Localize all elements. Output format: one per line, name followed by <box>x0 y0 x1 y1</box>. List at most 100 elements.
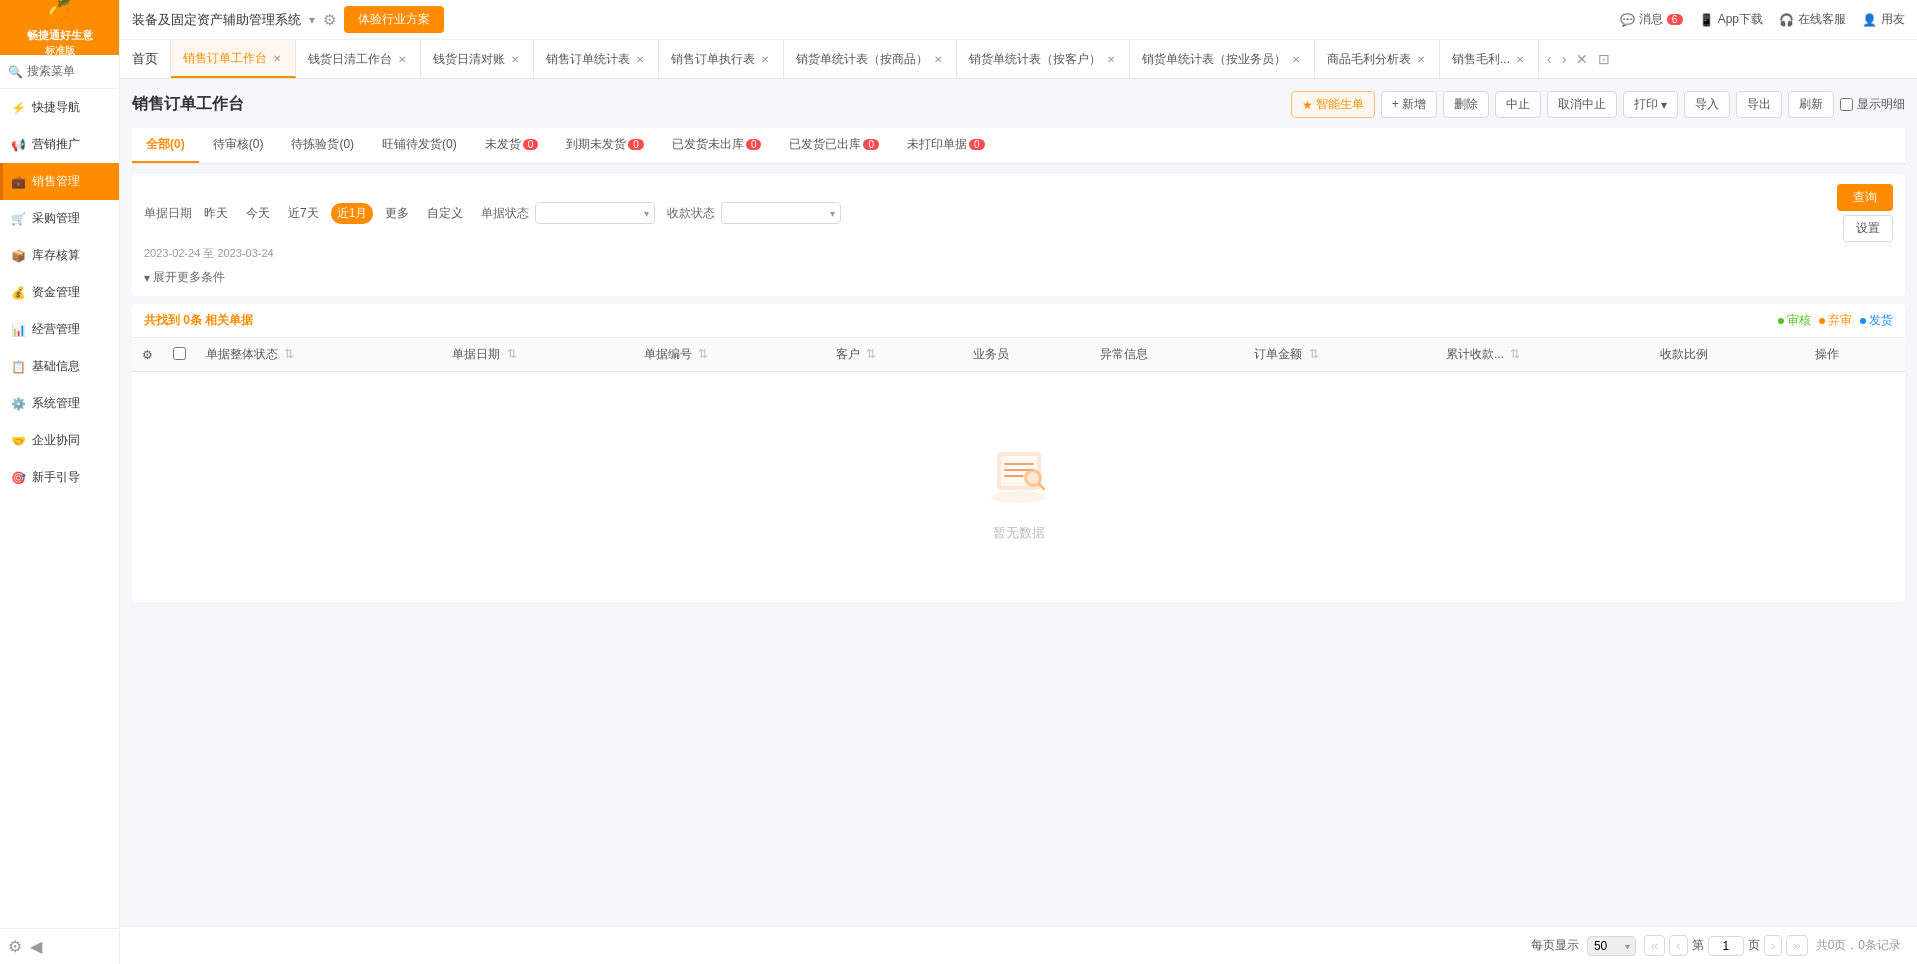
th-customer-sort[interactable]: ⇅ <box>866 347 876 361</box>
action-review-btn[interactable]: 审核 <box>1778 312 1811 329</box>
sidebar-item-guide[interactable]: 🎯 新手引导 <box>0 459 119 496</box>
collapse-sidebar-icon[interactable]: ◀ <box>30 937 42 956</box>
select-all-checkbox[interactable] <box>173 347 186 360</box>
th-amount-sort[interactable]: ⇅ <box>1309 347 1319 361</box>
tab-home[interactable]: 首页 <box>120 40 171 78</box>
th-check[interactable] <box>163 338 196 372</box>
delete-btn[interactable]: 删除 <box>1443 91 1489 118</box>
sidebar-item-purchase[interactable]: 🛒 采购管理 <box>0 200 119 237</box>
page-first-btn[interactable]: « <box>1644 935 1665 956</box>
inventory-icon: 📦 <box>11 249 26 263</box>
sidebar-item-inventory[interactable]: 📦 库存核算 <box>0 237 119 274</box>
sidebar-item-label: 库存核算 <box>32 247 80 264</box>
setting-btn[interactable]: 设置 <box>1843 215 1893 242</box>
filter-status-select[interactable] <box>535 202 655 224</box>
tab-cash-reconcile[interactable]: 钱货日清对账 ✕ <box>421 40 534 78</box>
online-service-btn[interactable]: 🎧 在线客服 <box>1779 11 1846 28</box>
experience-btn[interactable]: 体验行业方案 <box>344 6 444 33</box>
per-page-select[interactable]: 10 20 50 100 <box>1587 936 1636 956</box>
sub-tab-overdue-not-shipped[interactable]: 到期未发货0 <box>552 128 658 163</box>
page-next-btn[interactable]: › <box>1764 935 1782 956</box>
filter-payment-select[interactable] <box>721 202 841 224</box>
cancel-stop-btn[interactable]: 取消中止 <box>1547 91 1617 118</box>
tab-sales-workbench[interactable]: 销售订单工作台 ✕ <box>171 40 296 78</box>
tab-sales-workbench-close[interactable]: ✕ <box>271 53 283 64</box>
action-cancel-btn[interactable]: 弃审 <box>1819 312 1852 329</box>
sidebar-item-sales[interactable]: 💼 销售管理 <box>0 163 119 200</box>
user-btn[interactable]: 👤 用友 <box>1862 11 1905 28</box>
sidebar-search[interactable]: 🔍 搜索菜单 <box>0 55 119 89</box>
export-btn[interactable]: 导出 <box>1736 91 1782 118</box>
tab-sales-summary-product-close[interactable]: ✕ <box>932 54 944 65</box>
tab-cash-daily-close[interactable]: ✕ <box>396 54 408 65</box>
tab-sales-summary-customer-close[interactable]: ✕ <box>1105 54 1117 65</box>
stop-btn[interactable]: 中止 <box>1495 91 1541 118</box>
sidebar-item-basic-info[interactable]: 📋 基础信息 <box>0 348 119 385</box>
smart-create-btn[interactable]: ★ 智能生单 <box>1291 91 1375 118</box>
page-prev-btn[interactable]: ‹ <box>1669 935 1687 956</box>
th-collected-sort[interactable]: ⇅ <box>1510 347 1520 361</box>
sub-tab-shipped-not-out[interactable]: 已发货未出库0 <box>658 128 776 163</box>
sub-tab-all[interactable]: 全部(0) <box>132 128 199 163</box>
sub-tab-not-printed[interactable]: 未打印单据0 <box>893 128 999 163</box>
topbar-settings-icon[interactable]: ⚙ <box>323 11 336 29</box>
query-btn[interactable]: 查询 <box>1837 184 1893 211</box>
tab-sales-summary-product[interactable]: 销货单统计表（按商品） ✕ <box>784 40 957 78</box>
tab-sales-stats[interactable]: 销售订单统计表 ✕ <box>534 40 659 78</box>
tabs-prev-btn[interactable]: ‹ <box>1543 51 1556 67</box>
th-number-sort[interactable]: ⇅ <box>698 347 708 361</box>
print-btn[interactable]: 打印 ▾ <box>1623 91 1678 118</box>
show-detail-label[interactable]: 显示明细 <box>1840 96 1905 113</box>
date-opt-custom[interactable]: 自定义 <box>421 203 469 224</box>
date-opt-yesterday[interactable]: 昨天 <box>198 203 234 224</box>
sub-tab-shipped-out[interactable]: 已发货已出库0 <box>775 128 893 163</box>
sidebar-item-operation[interactable]: 📊 经营管理 <box>0 311 119 348</box>
column-settings-icon[interactable]: ⚙ <box>142 348 153 362</box>
date-opt-7days[interactable]: 近7天 <box>282 203 325 224</box>
sub-tab-not-printed-label: 未打印单据 <box>907 137 967 151</box>
topbar-dropdown-icon[interactable]: ▾ <box>309 13 315 27</box>
tab-sales-summary-staff-close[interactable]: ✕ <box>1290 54 1302 65</box>
sidebar-item-finance[interactable]: 💰 资金管理 <box>0 274 119 311</box>
tab-gross-profit[interactable]: 商品毛利分析表 ✕ <box>1315 40 1440 78</box>
tab-sales-stats-close[interactable]: ✕ <box>634 54 646 65</box>
sub-tab-pending-check[interactable]: 待拣验货(0) <box>277 128 368 163</box>
tab-cash-daily[interactable]: 钱货日清工作台 ✕ <box>296 40 421 78</box>
sidebar-item-system[interactable]: ⚙️ 系统管理 <box>0 385 119 422</box>
page-last-btn[interactable]: » <box>1786 935 1807 956</box>
date-opt-more[interactable]: 更多 <box>379 203 415 224</box>
refresh-btn[interactable]: 刷新 <box>1788 91 1834 118</box>
date-opt-today[interactable]: 今天 <box>240 203 276 224</box>
sidebar-item-marketing[interactable]: 📢 营销推广 <box>0 126 119 163</box>
th-status-sort[interactable]: ⇅ <box>284 347 294 361</box>
tab-sales-summary-customer[interactable]: 销货单统计表（按客户） ✕ <box>957 40 1130 78</box>
tab-sales-exec[interactable]: 销售订单执行表 ✕ <box>659 40 784 78</box>
tab-cash-reconcile-close[interactable]: ✕ <box>509 54 521 65</box>
sidebar-item-enterprise[interactable]: 🤝 企业协同 <box>0 422 119 459</box>
tab-sales-more-close[interactable]: ✕ <box>1514 54 1526 65</box>
show-detail-checkbox[interactable] <box>1840 98 1853 111</box>
action-ship-btn[interactable]: 发货 <box>1860 312 1893 329</box>
th-setting[interactable]: ⚙ <box>132 338 163 372</box>
app-download-btn[interactable]: 📱 App下载 <box>1699 11 1763 28</box>
new-btn[interactable]: + 新增 <box>1381 91 1437 118</box>
th-date-sort[interactable]: ⇅ <box>507 347 517 361</box>
date-opt-1month[interactable]: 近1月 <box>331 203 374 224</box>
expand-filter-btn[interactable]: ▾ 展开更多条件 <box>144 269 1893 286</box>
th-staff-label: 业务员 <box>973 347 1009 361</box>
message-btn[interactable]: 💬 消息 6 <box>1620 11 1683 28</box>
tabs-expand-btn[interactable]: ⊡ <box>1594 51 1614 67</box>
sidebar-item-quick-nav[interactable]: ⚡ 快捷导航 <box>0 89 119 126</box>
sub-tab-pending-review[interactable]: 待审核(0) <box>199 128 278 163</box>
tab-sales-exec-close[interactable]: ✕ <box>759 54 771 65</box>
tab-sales-more[interactable]: 销售毛利... ✕ <box>1440 40 1539 78</box>
sub-tab-not-shipped[interactable]: 未发货0 <box>471 128 553 163</box>
tabs-next-btn[interactable]: › <box>1558 51 1571 67</box>
settings-bottom-icon[interactable]: ⚙ <box>8 937 22 956</box>
page-input[interactable] <box>1708 936 1744 956</box>
import-btn[interactable]: 导入 <box>1684 91 1730 118</box>
tab-sales-summary-staff[interactable]: 销货单统计表（按业务员） ✕ <box>1130 40 1315 78</box>
tabs-close-all-btn[interactable]: ✕ <box>1572 51 1592 67</box>
tab-gross-profit-close[interactable]: ✕ <box>1415 54 1427 65</box>
sub-tab-wangpu-ship[interactable]: 旺铺待发货(0) <box>368 128 471 163</box>
